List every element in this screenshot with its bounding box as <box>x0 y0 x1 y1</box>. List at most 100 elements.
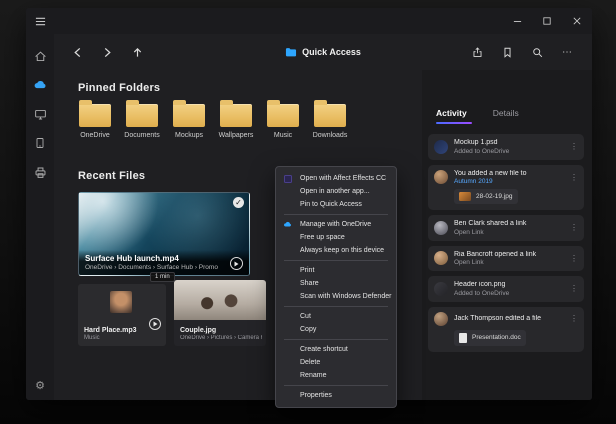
menu-item-copy[interactable]: Copy <box>276 323 396 336</box>
up-button[interactable] <box>128 43 146 61</box>
kebab-menu-button[interactable]: ⋮ <box>570 173 578 182</box>
close-icon <box>573 17 581 25</box>
activity-card[interactable]: Ria Bancroft opened a link Open Link ⋮ <box>428 246 584 272</box>
menu-item-properties[interactable]: Properties <box>276 389 396 402</box>
chevron-left-icon <box>73 47 82 58</box>
folder-downloads[interactable]: Downloads <box>313 104 347 139</box>
play-icon <box>234 261 239 267</box>
menu-separator <box>284 339 388 340</box>
folder-music[interactable]: Music <box>266 104 300 139</box>
menu-item-always-keep-on-device[interactable]: Always keep on this device <box>276 244 396 257</box>
details-panel: Activity Details Mockup 1.psd Added to O… <box>422 70 592 400</box>
kebab-menu-button[interactable]: ⋮ <box>570 314 578 323</box>
menu-item-create-shortcut[interactable]: Create shortcut <box>276 343 396 356</box>
activity-title: Ben Clark shared a link <box>454 220 564 227</box>
folder-label: Documents <box>124 132 159 139</box>
file-name: Surface Hub launch.mp4 <box>85 254 243 263</box>
play-button[interactable] <box>230 257 243 270</box>
folder-wallpapers[interactable]: Wallpapers <box>219 104 253 139</box>
share-icon <box>472 47 483 58</box>
activity-feed: Mockup 1.psd Added to OneDrive ⋮ You add… <box>428 134 584 352</box>
maximize-icon <box>543 17 551 25</box>
sidebar-item-onedrive[interactable] <box>32 77 48 93</box>
menu-item-share[interactable]: Share <box>276 277 396 290</box>
kebab-menu-button[interactable]: ⋮ <box>570 284 578 293</box>
sidebar-item-home[interactable] <box>32 48 48 64</box>
folder-onedrive[interactable]: OneDrive <box>78 104 112 139</box>
activity-card[interactable]: Jack Thompson edited a file ⋮ Presentati… <box>428 307 584 352</box>
attachment-item[interactable]: Presentation.doc <box>454 330 526 346</box>
tab-details[interactable]: Details <box>493 108 519 118</box>
menu-item-manage-with-onedrive[interactable]: Manage with OneDrive <box>276 218 396 231</box>
sidebar-item-printer[interactable] <box>32 164 48 180</box>
folder-documents[interactable]: Documents <box>125 104 159 139</box>
user-avatar <box>434 170 448 184</box>
back-button[interactable] <box>68 43 86 61</box>
maximize-button[interactable] <box>532 8 562 34</box>
settings-button[interactable]: ⚙ <box>26 379 54 392</box>
sidebar-item-devices[interactable] <box>32 135 48 151</box>
menu-item-print[interactable]: Print <box>276 264 396 277</box>
forward-button[interactable] <box>98 43 116 61</box>
activity-card[interactable]: Ben Clark shared a link Open Link ⋮ <box>428 215 584 241</box>
panel-tabs: Activity Details <box>436 108 519 118</box>
bookmark-button[interactable] <box>500 45 514 59</box>
folder-label: Wallpapers <box>219 132 254 139</box>
menu-item-open-in-another-app[interactable]: Open in another app... <box>276 185 396 198</box>
recent-file-photo-tile[interactable]: Couple.jpg OneDrive › Pictures › Camera … <box>174 280 266 346</box>
close-button[interactable] <box>562 8 592 34</box>
play-button[interactable] <box>149 318 161 330</box>
menu-item-pin-to-quick-access[interactable]: Pin to Quick Access <box>276 198 396 211</box>
location-title: Quick Access <box>285 47 361 57</box>
activity-card[interactable]: You added a new file to Autumn 2019 ⋮ 28… <box>428 165 584 211</box>
activity-subtitle: Autumn 2019 <box>454 178 564 185</box>
file-avatar <box>434 140 448 154</box>
activity-subtitle: Open Link <box>454 259 564 266</box>
tab-activity[interactable]: Activity <box>436 108 467 118</box>
album-art <box>110 291 132 313</box>
menu-separator <box>284 385 388 386</box>
kebab-menu-button[interactable]: ⋮ <box>570 223 578 232</box>
menu-item-free-up-space[interactable]: Free up space <box>276 231 396 244</box>
menu-item-rename[interactable]: Rename <box>276 369 396 382</box>
folder-mockups[interactable]: Mockups <box>172 104 206 139</box>
menu-item-label: Open in another app... <box>300 188 370 195</box>
menu-item-label: Open with Affect Effects CC <box>300 175 386 182</box>
folder-icon <box>79 104 111 127</box>
gear-icon: ⚙ <box>35 379 45 392</box>
folder-icon <box>267 104 299 127</box>
menu-item-delete[interactable]: Delete <box>276 356 396 369</box>
recent-file-audio-tile[interactable]: Hard Place.mp3 Music <box>78 284 166 346</box>
kebab-menu-button[interactable]: ⋮ <box>570 142 578 151</box>
menu-item-cut[interactable]: Cut <box>276 310 396 323</box>
app-icon <box>283 174 292 183</box>
kebab-menu-button[interactable]: ⋮ <box>570 254 578 263</box>
menu-item-open-with[interactable]: Open with Affect Effects CC <box>276 172 396 185</box>
hamburger-menu-button[interactable] <box>26 8 54 34</box>
home-icon <box>34 50 47 63</box>
cloud-icon <box>33 78 47 92</box>
attachment-item[interactable]: 28-02-19.jpg <box>454 189 518 204</box>
pinned-folders-heading: Pinned Folders <box>78 82 160 94</box>
activity-card[interactable]: Mockup 1.psd Added to OneDrive ⋮ <box>428 134 584 160</box>
share-button[interactable] <box>470 45 484 59</box>
file-name: Hard Place.mp3 <box>84 327 137 334</box>
menu-item-scan-with-defender[interactable]: Scan with Windows Defender <box>276 290 396 303</box>
recent-file-video-tile[interactable]: ✓ Surface Hub launch.mp4 OneDrive › Docu… <box>78 192 250 276</box>
minimize-button[interactable] <box>502 8 532 34</box>
quick-access-icon <box>285 47 296 57</box>
file-name: Couple.jpg <box>180 327 262 334</box>
more-button[interactable]: ⋯ <box>560 45 574 59</box>
hamburger-icon <box>35 16 46 27</box>
recent-files-heading: Recent Files <box>78 170 145 182</box>
search-button[interactable] <box>530 45 544 59</box>
menu-item-label: Always keep on this device <box>300 247 384 254</box>
sidebar-item-this-pc[interactable] <box>32 106 48 122</box>
folder-label: Mockups <box>175 132 203 139</box>
bookmark-icon <box>503 47 512 58</box>
menu-item-label: Rename <box>300 372 326 379</box>
titlebar <box>26 8 592 34</box>
activity-card[interactable]: Header icon.png Added to OneDrive ⋮ <box>428 276 584 302</box>
menu-item-label: Print <box>300 267 314 274</box>
activity-subtitle: Open Link <box>454 229 564 236</box>
